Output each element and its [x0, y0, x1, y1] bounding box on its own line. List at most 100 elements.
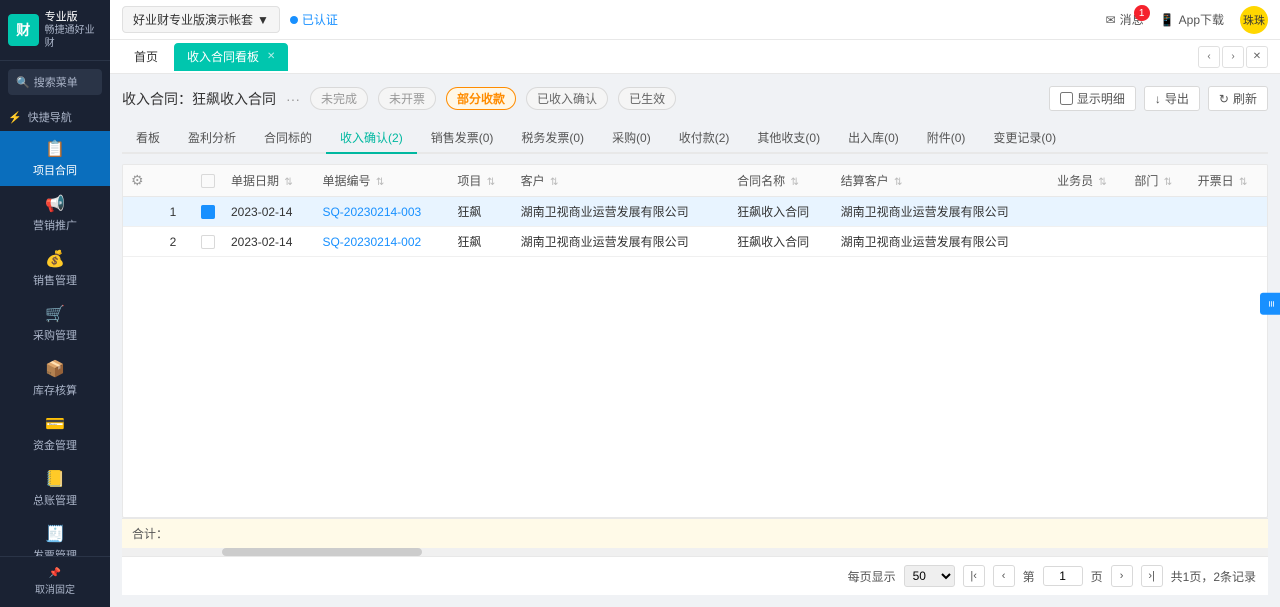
sidebar-item-capital[interactable]: 💳 资金管理 [0, 406, 110, 461]
row-doc-no-link[interactable]: SQ-20230214-002 [322, 235, 421, 249]
sidebar-item-inventory[interactable]: 📦 库存核算 [0, 351, 110, 406]
tab-tax-invoice[interactable]: 税务发票(0) [507, 123, 598, 154]
tab-income-contract[interactable]: 收入合同看板 ✕ [174, 43, 288, 71]
pagination-last-button[interactable]: ›| [1141, 565, 1163, 587]
sort-project-icon[interactable]: ⇅ [487, 177, 495, 188]
tab-change-log-label: 变更记录(0) [993, 131, 1056, 145]
sidebar-item-project-contract[interactable]: 📋 项目合同 [0, 131, 110, 186]
refresh-button[interactable]: ↻ 刷新 [1208, 86, 1268, 111]
user-avatar[interactable]: 珠珠 [1240, 6, 1268, 34]
app-download-button[interactable]: 📱 App下载 [1160, 11, 1224, 28]
sidebar-item-purchase[interactable]: 🛒 采购管理 [0, 296, 110, 351]
tab-prev-button[interactable]: ‹ [1198, 46, 1220, 68]
pagination-next-button[interactable]: › [1111, 565, 1133, 587]
side-float-button[interactable]: ≡ [1260, 292, 1280, 314]
tab-other-income[interactable]: 其他收支(0) [743, 123, 834, 154]
tab-change-log[interactable]: 变更记录(0) [979, 123, 1070, 154]
tab-stock-out[interactable]: 出入库(0) [834, 123, 913, 154]
sort-contract-name-icon[interactable]: ⇅ [790, 177, 798, 188]
quick-nav-button[interactable]: ⚡ 快捷导航 [0, 103, 110, 131]
row-check-cell [193, 227, 223, 257]
tab-income-confirm[interactable]: 收入确认(2) [326, 123, 417, 154]
tab-close-icon[interactable]: ✕ [267, 51, 275, 62]
tab-sales-invoice[interactable]: 销售发票(0) [417, 123, 508, 154]
tab-sales-invoice-label: 销售发票(0) [431, 131, 494, 145]
row-checkbox[interactable] [201, 205, 215, 219]
pagination-prev-button[interactable]: ‹ [993, 565, 1015, 587]
col-no [153, 165, 193, 197]
tab-contract-standard[interactable]: 合同标的 [250, 123, 326, 154]
pagination-page-input[interactable] [1043, 566, 1083, 586]
status-partial-button[interactable]: 部分收款 [446, 87, 516, 110]
status-effective-button[interactable]: 已生效 [618, 87, 676, 110]
row-doc-no-cell: SQ-20230214-002 [314, 227, 449, 257]
inner-tabs: 看板 盈利分析 合同标的 收入确认(2) 销售发票(0) 税务发票(0) 采购(… [122, 123, 1268, 154]
search-menu-button[interactable]: 🔍 搜索菜单 [8, 69, 102, 95]
float-btn-icon: ≡ [1265, 300, 1277, 306]
sort-settlement-icon[interactable]: ⇅ [894, 177, 902, 188]
title-contract: 狂飙收入合同 [192, 91, 276, 107]
company-name: 好业财专业版演示帐套 [133, 11, 253, 28]
pagination-first-button[interactable]: |‹ [963, 565, 985, 587]
row-date-cell: 2023-02-14 [223, 197, 314, 227]
sort-open-date-icon[interactable]: ⇅ [1239, 177, 1247, 188]
sidebar-item-invoice[interactable]: 🧾 发票管理 [0, 516, 110, 556]
tab-home-label: 首页 [134, 48, 158, 65]
table-header-row: ⚙ 单据日期 ⇅ 单据编号 ⇅ [123, 165, 1267, 197]
tab-payment-label: 收付款(2) [679, 131, 730, 145]
tab-home[interactable]: 首页 [122, 43, 170, 71]
cancel-fixed-button[interactable]: 📌 取消固定 [0, 563, 110, 601]
table-row[interactable]: 2 2023-02-14 SQ-20230214-002 狂飙 湖南卫视商业运营… [123, 227, 1267, 257]
settings-icon[interactable]: ⚙ [131, 172, 144, 188]
row-customer-cell: 湖南卫视商业运营发展有限公司 [513, 197, 729, 227]
sidebar-item-marketing[interactable]: 📢 营销推广 [0, 186, 110, 241]
company-selector[interactable]: 好业财专业版演示帐套 ▼ [122, 6, 280, 33]
main-area: 好业财专业版演示帐套 ▼ 已认证 ✉ 消息 1 📱 App下载 珠珠 首页 [110, 0, 1280, 607]
sort-department-icon[interactable]: ⇅ [1164, 177, 1172, 188]
more-options-icon[interactable]: ··· [286, 91, 300, 107]
tab-close-all-button[interactable]: ✕ [1246, 46, 1268, 68]
export-button[interactable]: ↓ 导出 [1144, 86, 1200, 111]
col-project: 项目 ⇅ [449, 165, 512, 197]
tab-attachments[interactable]: 附件(0) [913, 123, 980, 154]
status-noinvoice-button[interactable]: 未开票 [378, 87, 436, 110]
sidebar-item-general-ledger[interactable]: 📒 总账管理 [0, 461, 110, 516]
table-footer: 合计： [122, 518, 1268, 548]
tab-purchase[interactable]: 采购(0) [598, 123, 665, 154]
col-settlement-customer-label: 结算客户 [841, 174, 889, 188]
sort-date-icon[interactable]: ⇅ [284, 177, 292, 188]
select-all-checkbox[interactable] [201, 174, 215, 188]
col-contract-name-label: 合同名称 [737, 174, 785, 188]
row-customer-cell: 湖南卫视商业运营发展有限公司 [513, 227, 729, 257]
tab-attachments-label: 附件(0) [927, 131, 966, 145]
col-project-label: 项目 [457, 174, 481, 188]
tab-income-confirm-label: 收入确认(2) [340, 131, 403, 145]
sidebar-item-sales[interactable]: 💰 销售管理 [0, 241, 110, 296]
row-date-cell: 2023-02-14 [223, 227, 314, 257]
row-checkbox[interactable] [201, 235, 215, 249]
sort-customer-icon[interactable]: ⇅ [550, 177, 558, 188]
message-button[interactable]: ✉ 消息 1 [1106, 11, 1144, 28]
row-salesperson-cell [1049, 197, 1126, 227]
status-confirmed-button[interactable]: 已收入确认 [526, 87, 608, 110]
sort-salesperson-icon[interactable]: ⇅ [1098, 177, 1106, 188]
row-contract-name-cell: 狂飙收入合同 [729, 197, 833, 227]
row-settings-cell [123, 197, 153, 227]
tab-profit[interactable]: 盈利分析 [174, 123, 250, 154]
horizontal-scrollbar[interactable] [122, 548, 1268, 556]
logo-version: 专业版 [45, 10, 102, 24]
tab-board[interactable]: 看板 [122, 123, 174, 154]
row-doc-no-link[interactable]: SQ-20230214-003 [322, 205, 421, 219]
tab-next-button[interactable]: › [1222, 46, 1244, 68]
topbar: 好业财专业版演示帐套 ▼ 已认证 ✉ 消息 1 📱 App下载 珠珠 [110, 0, 1280, 40]
status-incomplete-button[interactable]: 未完成 [310, 87, 368, 110]
show-detail-checkbox[interactable] [1060, 92, 1073, 105]
show-detail-button[interactable]: 显示明细 [1049, 86, 1136, 111]
sort-doc-no-icon[interactable]: ⇅ [376, 177, 384, 188]
table-row[interactable]: 1 2023-02-14 SQ-20230214-003 狂飙 湖南卫视商业运营… [123, 197, 1267, 227]
scrollbar-thumb[interactable] [222, 548, 422, 556]
sidebar-logo: 财 专业版 畅捷通好业财 [0, 0, 110, 61]
per-page-select[interactable]: 50 20 100 [904, 565, 955, 587]
row-department-cell [1126, 227, 1189, 257]
tab-payment[interactable]: 收付款(2) [665, 123, 744, 154]
